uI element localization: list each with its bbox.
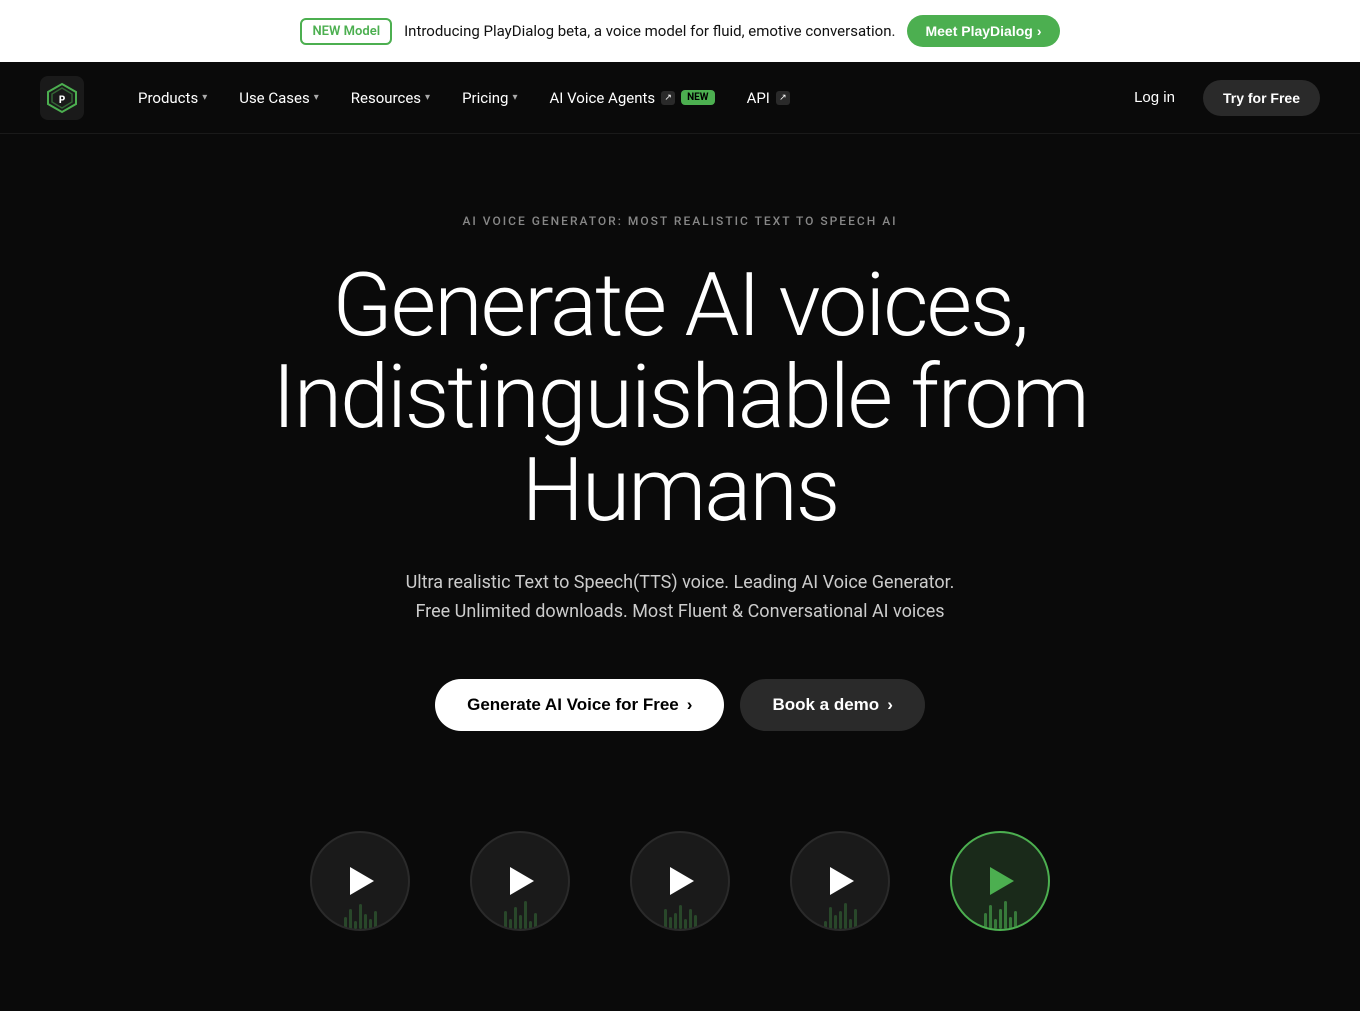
waveform-2 (472, 889, 568, 929)
nav-resources-label: Resources (351, 89, 421, 107)
waveform-1 (312, 889, 408, 929)
meet-playdialog-arrow: › (1037, 23, 1042, 39)
hero-description-line1: Ultra realistic Text to Speech(TTS) voic… (406, 569, 955, 598)
api-external-link-icon: ↗ (776, 91, 790, 105)
hero-subtitle: AI VOICE GENERATOR: MOST REALISTIC TEXT … (462, 214, 897, 228)
nav-use-cases-label: Use Cases (239, 89, 310, 107)
hero-title: Generate AI voices, Indistinguishable fr… (272, 260, 1088, 537)
logo-icon: P (40, 76, 84, 120)
resources-chevron-icon: ▾ (425, 92, 430, 103)
voice-sample-1[interactable] (310, 831, 410, 931)
hero-description: Ultra realistic Text to Speech(TTS) voic… (406, 569, 955, 627)
nav-ai-voice-agents-label: AI Voice Agents (550, 89, 656, 107)
login-button[interactable]: Log in (1122, 81, 1187, 114)
voice-sample-3[interactable] (630, 831, 730, 931)
logo[interactable]: P (40, 76, 84, 120)
nav-links: Products ▾ Use Cases ▾ Resources ▾ Prici… (124, 81, 1122, 115)
hero-section: AI VOICE GENERATOR: MOST REALISTIC TEXT … (0, 134, 1360, 1011)
book-demo-arrow: › (887, 695, 893, 715)
try-free-button[interactable]: Try for Free (1203, 80, 1320, 116)
svg-text:P: P (59, 95, 66, 107)
waveform-5 (952, 889, 1048, 929)
use-cases-chevron-icon: ▾ (314, 92, 319, 103)
hero-buttons: Generate AI Voice for Free › Book a demo… (435, 679, 925, 731)
generate-voice-button[interactable]: Generate AI Voice for Free › (435, 679, 724, 731)
nav-products[interactable]: Products ▾ (124, 81, 221, 115)
nav-api-label: API (747, 89, 770, 107)
announcement-text: Introducing PlayDialog beta, a voice mod… (404, 22, 895, 40)
hero-description-line2: Free Unlimited downloads. Most Fluent & … (406, 598, 955, 627)
book-demo-button[interactable]: Book a demo › (740, 679, 924, 731)
navbar: P Products ▾ Use Cases ▾ Resources ▾ Pri… (0, 62, 1360, 134)
new-badge: NEW (681, 90, 714, 105)
waveform-4 (792, 889, 888, 929)
hero-title-line2: Indistinguishable from (272, 346, 1088, 449)
hero-title-line1: Generate AI voices, (332, 254, 1027, 357)
nav-pricing[interactable]: Pricing ▾ (448, 81, 531, 115)
nav-pricing-label: Pricing (462, 89, 508, 107)
voice-sample-2[interactable] (470, 831, 570, 931)
announcement-bar: NEW Model Introducing PlayDialog beta, a… (0, 0, 1360, 62)
voice-sample-5[interactable] (950, 831, 1050, 931)
voice-samples (40, 811, 1320, 951)
hero-title-line3: Humans (522, 439, 839, 542)
meet-playdialog-button[interactable]: Meet PlayDialog › (907, 15, 1059, 47)
nav-ai-voice-agents[interactable]: AI Voice Agents ↗ NEW (536, 81, 729, 115)
nav-api[interactable]: API ↗ (733, 81, 804, 115)
generate-voice-arrow: › (687, 695, 693, 715)
voice-sample-4[interactable] (790, 831, 890, 931)
nav-resources[interactable]: Resources ▾ (337, 81, 444, 115)
book-demo-label: Book a demo (772, 695, 879, 715)
meet-playdialog-label: Meet PlayDialog (925, 23, 1032, 39)
pricing-chevron-icon: ▾ (512, 92, 517, 103)
nav-right: Log in Try for Free (1122, 80, 1320, 116)
new-model-badge: NEW Model (300, 18, 392, 45)
generate-voice-label: Generate AI Voice for Free (467, 695, 679, 715)
external-link-icon: ↗ (661, 91, 675, 105)
nav-products-label: Products (138, 89, 198, 107)
nav-use-cases[interactable]: Use Cases ▾ (225, 81, 333, 115)
waveform-3 (632, 889, 728, 929)
products-chevron-icon: ▾ (202, 92, 207, 103)
